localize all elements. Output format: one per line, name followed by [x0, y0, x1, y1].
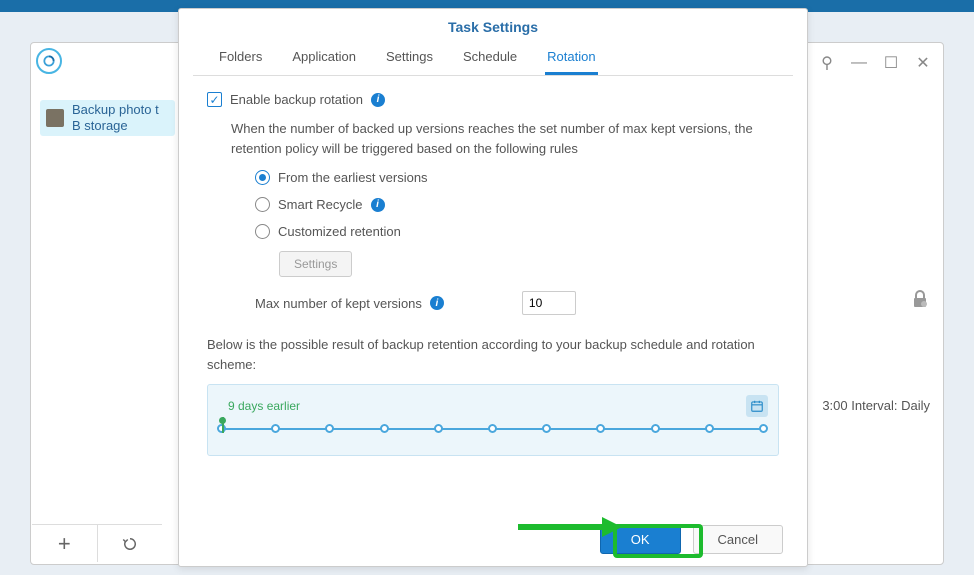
radio-earliest[interactable]	[255, 170, 270, 185]
radio-custom-label: Customized retention	[278, 224, 401, 239]
max-versions-label: Max number of kept versions	[255, 296, 422, 311]
tab-application[interactable]: Application	[290, 43, 358, 75]
tab-folders[interactable]: Folders	[217, 43, 264, 75]
enable-rotation-label: Enable backup rotation	[230, 92, 363, 107]
task-list-item[interactable]: Backup photo t B storage	[40, 100, 175, 136]
timeline-point	[434, 424, 443, 433]
pin-icon[interactable]: ⚲	[820, 56, 834, 70]
tab-rotation[interactable]: Rotation	[545, 43, 597, 75]
timeline-point	[542, 424, 551, 433]
timeline-description: Below is the possible result of backup r…	[207, 335, 779, 374]
timeline-point	[705, 424, 714, 433]
minimize-icon[interactable]: —	[852, 56, 866, 70]
retention-settings-button: Settings	[279, 251, 352, 277]
info-icon[interactable]: i	[371, 198, 385, 212]
folder-icon	[46, 109, 64, 127]
rotation-description: When the number of backed up versions re…	[231, 119, 779, 158]
info-icon[interactable]: i	[430, 296, 444, 310]
timeline-label: 9 days earlier	[228, 399, 300, 413]
timeline-point	[651, 424, 660, 433]
radio-custom[interactable]	[255, 224, 270, 239]
modal-title: Task Settings	[179, 9, 807, 43]
timeline-point	[271, 424, 280, 433]
tab-settings[interactable]: Settings	[384, 43, 435, 75]
schedule-summary: 3:00 Interval: Daily	[822, 398, 930, 413]
calendar-icon[interactable]	[746, 395, 768, 417]
timeline-point	[380, 424, 389, 433]
app-logo-icon	[36, 48, 62, 74]
radio-earliest-label: From the earliest versions	[278, 170, 428, 185]
timeline-point	[596, 424, 605, 433]
close-icon[interactable]: ✕	[916, 56, 930, 70]
cancel-button[interactable]: Cancel	[693, 525, 783, 554]
add-button[interactable]: +	[32, 525, 98, 562]
max-versions-input[interactable]	[522, 291, 576, 315]
enable-rotation-checkbox[interactable]: ✓	[207, 92, 222, 107]
history-button[interactable]	[98, 525, 163, 562]
timeline-point	[488, 424, 497, 433]
task-settings-modal: Task Settings Folders Application Settin…	[178, 8, 808, 567]
annotation-arrow	[514, 515, 624, 544]
radio-smart[interactable]	[255, 197, 270, 212]
task-label: Backup photo t B storage	[72, 102, 159, 133]
timeline-point	[325, 424, 334, 433]
lock-icon[interactable]	[912, 290, 928, 313]
retention-timeline: 9 days earlier	[207, 384, 779, 456]
radio-smart-label: Smart Recycle	[278, 197, 363, 212]
maximize-icon[interactable]: ☐	[884, 56, 898, 70]
timeline-point	[759, 424, 768, 433]
info-icon[interactable]: i	[371, 93, 385, 107]
tab-bar: Folders Application Settings Schedule Ro…	[193, 43, 793, 76]
tab-schedule[interactable]: Schedule	[461, 43, 519, 75]
